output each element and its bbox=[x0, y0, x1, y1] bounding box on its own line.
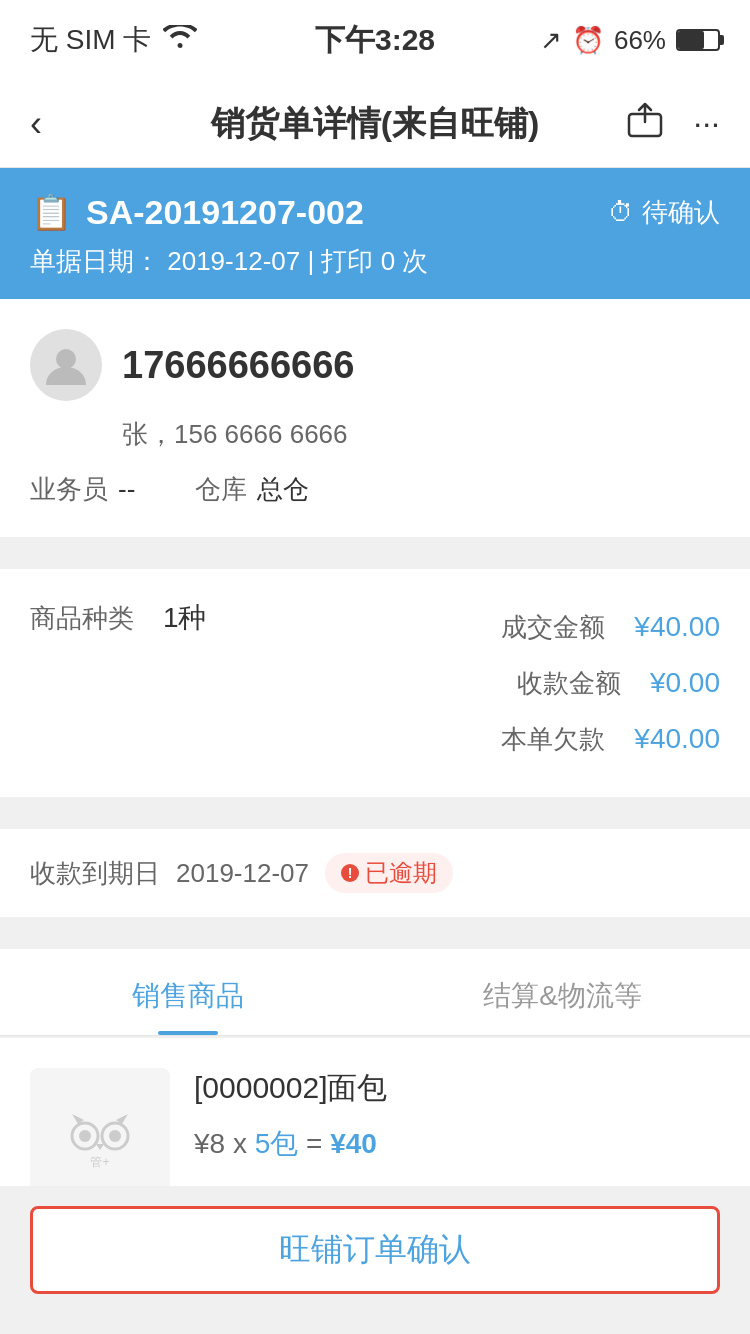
status-bar-right: ↗ ⏰ 66% bbox=[540, 25, 720, 56]
overdue-text: 已逾期 bbox=[365, 857, 437, 889]
product-type-value: 1种 bbox=[163, 602, 207, 633]
amount-value: ¥40.00 bbox=[634, 611, 720, 642]
product-type-label: 商品种类 bbox=[30, 603, 134, 633]
svg-point-1 bbox=[56, 349, 76, 369]
price-unit: ¥8 x bbox=[194, 1128, 255, 1159]
received-label: 收款金额 bbox=[517, 668, 621, 698]
received-value: ¥0.00 bbox=[650, 667, 720, 698]
share-button[interactable] bbox=[627, 102, 663, 146]
sales-rep-value: -- bbox=[118, 474, 135, 505]
warehouse-item: 仓库 总仓 bbox=[195, 472, 309, 507]
owed-label: 本单欠款 bbox=[501, 724, 605, 754]
order-header: 📋 SA-20191207-002 ⏱ 待确认 单据日期： 2019-12-07… bbox=[0, 168, 750, 299]
amount-row: 成交金额 ¥40.00 bbox=[501, 599, 720, 655]
warehouse-value: 总仓 bbox=[257, 472, 309, 507]
back-button[interactable]: ‹ bbox=[30, 103, 80, 145]
price-separator: = bbox=[298, 1128, 330, 1159]
svg-point-5 bbox=[109, 1130, 121, 1142]
warehouse-label: 仓库 bbox=[195, 472, 247, 507]
stats-right: 成交金额 ¥40.00 收款金额 ¥0.00 本单欠款 ¥40.00 bbox=[501, 599, 720, 767]
tab-products[interactable]: 销售商品 bbox=[0, 949, 375, 1035]
received-row: 收款金额 ¥0.00 bbox=[501, 655, 720, 711]
battery-icon bbox=[676, 29, 720, 51]
customer-avatar bbox=[30, 329, 102, 401]
owed-value: ¥40.00 bbox=[634, 723, 720, 754]
bottom-bar: 旺铺订单确认 bbox=[0, 1186, 750, 1334]
svg-text:管+: 管+ bbox=[90, 1155, 109, 1169]
customer-phone: 17666666666 bbox=[122, 344, 354, 387]
order-status: ⏱ 待确认 bbox=[608, 195, 720, 230]
order-id-icon: 📋 bbox=[30, 192, 72, 232]
customer-name: 张，156 6666 6666 bbox=[30, 417, 720, 452]
divider-1 bbox=[0, 553, 750, 569]
product-qty: 5包 bbox=[255, 1128, 299, 1159]
due-date-row: 收款到期日 2019-12-07 ! 已逾期 bbox=[0, 829, 750, 917]
order-date: 单据日期： 2019-12-07 | 打印 0 次 bbox=[30, 244, 720, 279]
page-title: 销货单详情(来自旺铺) bbox=[211, 101, 540, 147]
clock-icon: ⏱ bbox=[608, 197, 634, 228]
carrier-text: 无 SIM 卡 bbox=[30, 21, 151, 59]
tab-settlement[interactable]: 结算&物流等 bbox=[375, 949, 750, 1035]
status-bar: 无 SIM 卡 下午3:28 ↗ ⏰ 66% bbox=[0, 0, 750, 80]
owed-row: 本单欠款 ¥40.00 bbox=[501, 711, 720, 767]
overdue-dot-icon: ! bbox=[341, 864, 359, 882]
order-id: 📋 SA-20191207-002 bbox=[30, 192, 364, 232]
location-icon: ↗ bbox=[540, 25, 562, 56]
divider-3 bbox=[0, 933, 750, 949]
confirm-button[interactable]: 旺铺订单确认 bbox=[30, 1206, 720, 1294]
overdue-badge: ! 已逾期 bbox=[325, 853, 453, 893]
due-date-label: 收款到期日 bbox=[30, 856, 160, 891]
sales-rep-item: 业务员 -- bbox=[30, 472, 135, 507]
product-price: ¥8 x 5包 = ¥40 bbox=[194, 1125, 720, 1163]
tabs-bar: 销售商品 结算&物流等 bbox=[0, 949, 750, 1036]
battery-text: 66% bbox=[614, 25, 666, 56]
divider-2 bbox=[0, 813, 750, 829]
product-total: ¥40 bbox=[330, 1128, 377, 1159]
sales-rep-label: 业务员 bbox=[30, 472, 108, 507]
alarm-icon: ⏰ bbox=[572, 25, 604, 56]
due-date-value: 2019-12-07 bbox=[176, 858, 309, 889]
nav-actions: ··· bbox=[627, 102, 720, 146]
wifi-icon bbox=[163, 24, 197, 56]
stats-card: 商品种类 1种 成交金额 ¥40.00 收款金额 ¥0.00 本单欠款 ¥40.… bbox=[0, 569, 750, 797]
more-button[interactable]: ··· bbox=[693, 105, 720, 142]
customer-meta: 业务员 -- 仓库 总仓 bbox=[30, 472, 720, 507]
amount-label: 成交金额 bbox=[501, 612, 605, 642]
status-bar-time: 下午3:28 bbox=[315, 20, 435, 61]
product-name: [0000002]面包 bbox=[194, 1068, 720, 1109]
nav-bar: ‹ 销货单详情(来自旺铺) ··· bbox=[0, 80, 750, 168]
customer-header: 17666666666 bbox=[30, 329, 720, 401]
status-bar-left: 无 SIM 卡 bbox=[30, 21, 197, 59]
customer-card: 17666666666 张，156 6666 6666 业务员 -- 仓库 总仓 bbox=[0, 299, 750, 537]
svg-point-4 bbox=[79, 1130, 91, 1142]
stats-left: 商品种类 1种 bbox=[30, 599, 206, 637]
product-info: [0000002]面包 ¥8 x 5包 = ¥40 bbox=[194, 1068, 720, 1163]
